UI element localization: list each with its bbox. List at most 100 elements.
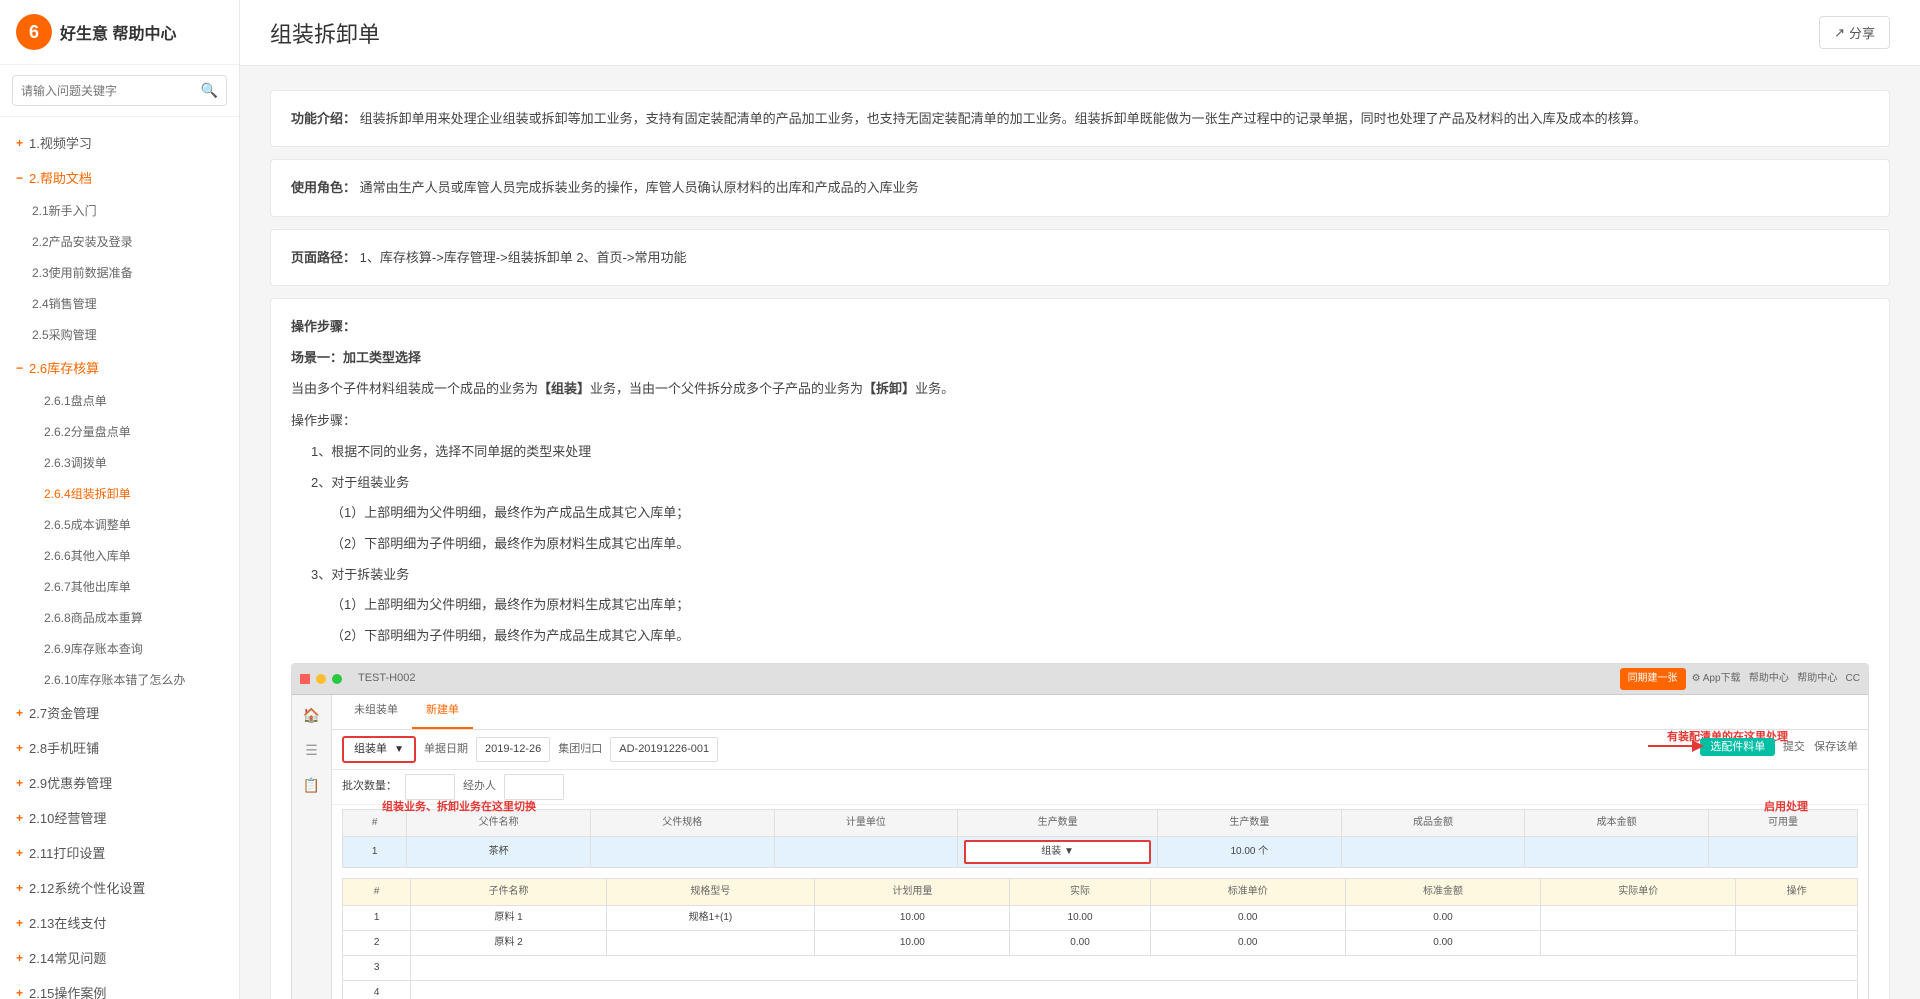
sim-date-val[interactable]: 2019-12-26 [476, 737, 550, 763]
sim-cell-avail [1708, 837, 1857, 868]
sim-bcol-actual: 实际 [1010, 879, 1150, 906]
sim-brow2-spec [606, 931, 815, 956]
page-title: 组装拆卸单 [270, 17, 380, 49]
sidebar-item-adjust[interactable]: 2.6.3调拨单 [0, 447, 239, 478]
plus-icon-coupon: + [16, 776, 23, 790]
sim-dept-val[interactable] [504, 774, 564, 800]
sim-r3-empty [411, 956, 1858, 981]
sidebar-item-assembly[interactable]: 2.6.4组装拆卸单 [0, 478, 239, 509]
sim-qty-row: 批次数量： 经办人 组装业务、拆卸业务在这里切换 启用处理 [332, 770, 1868, 805]
sim-cell-name: 茶杯 [407, 837, 591, 868]
sim-date-label: 单据日期 [424, 740, 468, 760]
search-button[interactable]: 🔍 [193, 76, 226, 105]
sim-nav-home-icon: 🏠 [303, 703, 320, 728]
step3: 3、对于拆装业务 [291, 563, 1869, 588]
sim-no-val[interactable]: AD-20191226-001 [610, 737, 718, 763]
share-label: 分享 [1849, 23, 1875, 42]
sidebar-item-data[interactable]: 2.3使用前数据准备 [0, 257, 239, 288]
sidebar-item-faq[interactable]: + 2.14常见问题 [0, 940, 239, 975]
plus-icon: + [16, 136, 23, 150]
sidebar-item-ops[interactable]: + 2.10经营管理 [0, 800, 239, 835]
sim-brow-stdamt: 0.00 [1345, 906, 1540, 931]
sidebar-item-docs-label: 2.帮助文档 [29, 168, 92, 187]
sim-no-label: 集团归口 [558, 740, 602, 760]
topbar-btn[interactable]: 同期建一张 [1620, 668, 1686, 690]
plus-icon-cases: + [16, 986, 23, 999]
sidebar-item-otherin[interactable]: 2.6.6其他入库单 [0, 540, 239, 571]
sidebar-item-inventory[interactable]: − 2.6库存核算 [0, 350, 239, 385]
sidebar-item-video[interactable]: + 1.视频学习 [0, 125, 239, 160]
sim-lower-table: # 子件名称 规格型号 计划用量 实际 标准单价 标准金额 实际单价 操作 [342, 878, 1858, 999]
sim-upper-table: # 父件名称 父件规格 计量单位 生产数量 生产数量 成品金额 成本金额 可用量 [342, 809, 1858, 868]
sidebar-item-mobile-label: 2.8手机旺铺 [29, 738, 99, 757]
sim-brow2-stdprice: 0.00 [1150, 931, 1345, 956]
sidebar-item-docs[interactable]: − 2.帮助文档 [0, 160, 239, 195]
logo-area: 6 好生意 帮助中心 [0, 0, 239, 65]
sidebar-item-cases[interactable]: + 2.15操作案例 [0, 975, 239, 999]
sim-cell-amt2 [1525, 837, 1709, 868]
sim-col-prod-unit: 生产数量 [1158, 810, 1342, 837]
screenshot-container: TEST-H002 同期建一张 ⚙ App下载 帮助中心 帮助中心 CC 🏠 ☰… [291, 663, 1869, 999]
sim-qty-label: 批次数量： [342, 777, 397, 797]
table-row: 1 原料 1 规格1+(1) 10.00 10.00 0.00 0.00 [343, 906, 1858, 931]
sim-brow-name: 原料 1 [411, 906, 606, 931]
plus-icon-payment: + [16, 916, 23, 930]
minus-icon-2: − [16, 361, 23, 375]
step3-2: （2）下部明细为子件明细，最终作为产成品生成其它入库单。 [291, 624, 1869, 649]
sim-r4-no: 4 [343, 981, 411, 999]
step2-1: （1）上部明细为父件明细，最终作为产成品生成其它入库单； [291, 501, 1869, 526]
sim-bom-select-btn[interactable]: 选配件料单 [1700, 738, 1775, 756]
sim-r4-empty [411, 981, 1858, 999]
sidebar-item-cases-label: 2.15操作案例 [29, 983, 106, 999]
sidebar-item-custom[interactable]: + 2.12系统个性化设置 [0, 870, 239, 905]
sim-brow-actprice [1541, 906, 1736, 931]
sidebar-item-install[interactable]: 2.2产品安装及登录 [0, 226, 239, 257]
sidebar-item-coupon[interactable]: + 2.9优惠券管理 [0, 765, 239, 800]
sim-tabs-row: 未组装单 新建单 [332, 695, 1868, 730]
sidebar-item-stockerr[interactable]: 2.6.10库存账本错了怎么办 [0, 664, 239, 695]
sim-lower-table-area: 无固定清单可以直接在这里录入 # [332, 870, 1868, 999]
sim-type-text: 组装单 [354, 743, 387, 755]
minus-icon: − [16, 171, 23, 185]
sidebar-item-partition[interactable]: 2.6.2分量盘点单 [0, 416, 239, 447]
annotation-switch: 组装业务、拆卸业务在这里切换 [382, 798, 536, 818]
sidebar-item-payment[interactable]: + 2.13在线支付 [0, 905, 239, 940]
window-min-btn [316, 674, 326, 684]
sidebar: 6 好生意 帮助中心 🔍 + 1.视频学习 − 2.帮助文档 2.1新手入门 2… [0, 0, 240, 999]
sidebar-item-costrecalc[interactable]: 2.6.8商品成本重算 [0, 602, 239, 633]
sim-type-dropdown[interactable]: 组装 ▼ [964, 840, 1151, 864]
sidebar-item-sales[interactable]: 2.4销售管理 [0, 288, 239, 319]
search-input[interactable] [13, 78, 193, 104]
sim-brow-spec: 规格1+(1) [606, 906, 815, 931]
nav-list: + 1.视频学习 − 2.帮助文档 2.1新手入门 2.2产品安装及登录 2.3… [0, 117, 239, 999]
annotation-process: 启用处理 [1764, 798, 1808, 818]
sim-type-selector[interactable]: 组装单 ▼ [342, 736, 416, 764]
sidebar-item-costadj[interactable]: 2.6.5成本调整单 [0, 509, 239, 540]
sim-brow2-op [1736, 931, 1858, 956]
sidebar-item-stockquery[interactable]: 2.6.9库存账本查询 [0, 633, 239, 664]
sim-cell-unit2: 10.00 个 [1158, 837, 1342, 868]
sidebar-item-otherout[interactable]: 2.6.7其他出库单 [0, 571, 239, 602]
sidebar-item-purchase[interactable]: 2.5采购管理 [0, 319, 239, 350]
logo-icon: 6 [16, 14, 52, 50]
sidebar-item-mobile[interactable]: + 2.8手机旺铺 [0, 730, 239, 765]
share-button[interactable]: ↗ 分享 [1819, 16, 1890, 49]
sim-bcol-hash: # [343, 879, 411, 906]
sidebar-item-finance[interactable]: + 2.7资金管理 [0, 695, 239, 730]
sidebar-item-stocktake[interactable]: 2.6.1盘点单 [0, 385, 239, 416]
table-row: 2 原料 2 10.00 0.00 0.00 0.00 [343, 931, 1858, 956]
sidebar-item-newcomer[interactable]: 2.1新手入门 [0, 195, 239, 226]
plus-icon-ops: + [16, 811, 23, 825]
sidebar-item-print-label: 2.11打印设置 [29, 843, 105, 862]
sim-tab-new[interactable]: 新建单 [412, 695, 473, 729]
sim-tab-list[interactable]: 未组装单 [340, 695, 412, 729]
sim-brow-op [1736, 906, 1858, 931]
sidebar-item-print[interactable]: + 2.11打印设置 [0, 835, 239, 870]
logo-text: 好生意 帮助中心 [60, 20, 176, 44]
role-text: 通常由生产人员或库管人员完成拆装业务的操作，库管人员确认原材料的出库和产成品的入… [360, 180, 919, 195]
sim-brow2-stdamt: 0.00 [1345, 931, 1540, 956]
sidebar-item-finance-label: 2.7资金管理 [29, 703, 99, 722]
sim-qty-input[interactable] [405, 774, 455, 800]
scene1-label: 场景一：加工类型选择 [291, 350, 421, 365]
sim-brow-stdprice: 0.00 [1150, 906, 1345, 931]
